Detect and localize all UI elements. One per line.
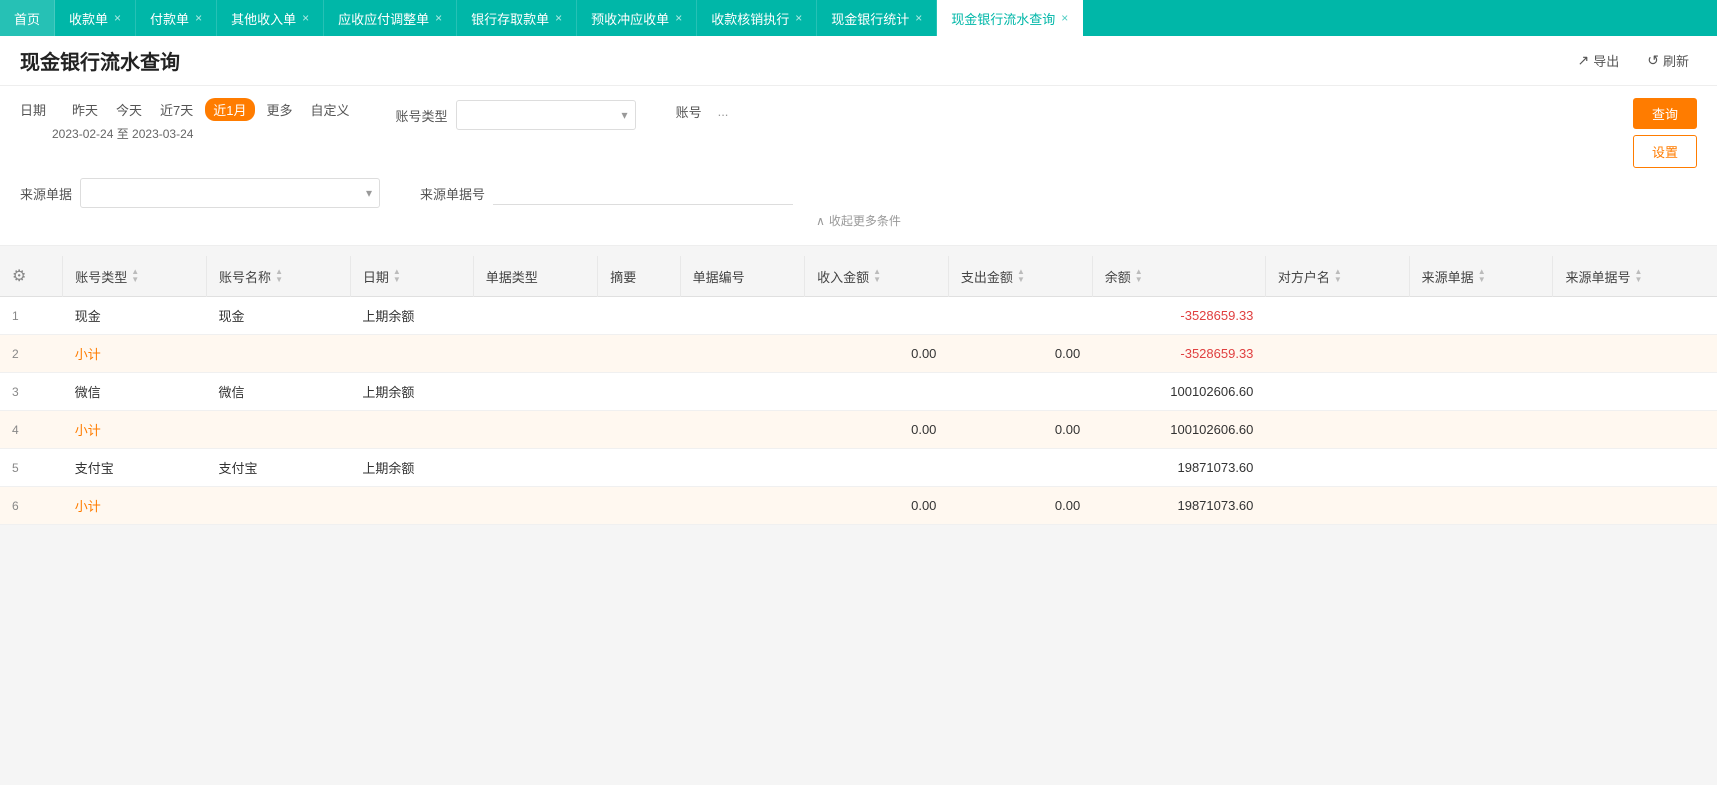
date-option-yesterday[interactable]: 昨天 [66, 98, 104, 121]
top-nav: 首页 收款单 × 付款单 × 其他收入单 × 应收应付调整单 × 银行存取款单 … [0, 0, 1717, 36]
close-icon[interactable]: × [555, 11, 562, 25]
sort-arrows: ▲▼ [275, 268, 283, 284]
th-expense[interactable]: 支出金额 ▲▼ [948, 256, 1092, 297]
nav-item-receipt[interactable]: 收款单 × [55, 0, 136, 36]
data-table: ⚙ 账号类型 ▲▼ 账号名称 ▲▼ 日期 [0, 256, 1717, 525]
collapse-icon: ∧ [816, 214, 825, 228]
close-icon[interactable]: × [795, 11, 802, 25]
table-row[interactable]: 6小计0.000.0019871073.60 [0, 487, 1717, 525]
close-icon[interactable]: × [1061, 11, 1068, 25]
th-account-name[interactable]: 账号名称 ▲▼ [207, 256, 351, 297]
page-title: 现金银行流水查询 [20, 46, 180, 75]
refresh-icon: ↺ [1647, 52, 1659, 69]
nav-item-home[interactable]: 首页 [0, 0, 55, 36]
account-label: 账号 [676, 102, 702, 121]
nav-item-verify[interactable]: 收款核销执行 × [697, 0, 817, 36]
export-icon: ↗ [1578, 52, 1590, 69]
th-income[interactable]: 收入金额 ▲▼ [805, 256, 949, 297]
collapse-bar[interactable]: ∧ 收起更多条件 [20, 208, 1697, 233]
nav-item-payment[interactable]: 付款单 × [136, 0, 217, 36]
close-icon[interactable]: × [195, 11, 202, 25]
nav-item-bank-deposit[interactable]: 银行存取款单 × [457, 0, 577, 36]
th-counterpart[interactable]: 对方户名 ▲▼ [1265, 256, 1409, 297]
account-type-select[interactable] [456, 100, 636, 130]
th-source-doc[interactable]: 来源单据 ▲▼ [1409, 256, 1553, 297]
th-doc-type[interactable]: 单据类型 [473, 256, 598, 297]
nav-item-stats[interactable]: 现金银行统计 × [817, 0, 937, 36]
th-balance[interactable]: 余额 ▲▼ [1092, 256, 1265, 297]
account-type-filter: 账号类型 [396, 100, 636, 130]
date-option-1month[interactable]: 近1月 [205, 98, 254, 121]
gear-icon[interactable]: ⚙ [12, 268, 26, 285]
source-doc-select[interactable] [80, 178, 380, 208]
date-option-more[interactable]: 更多 [261, 98, 299, 121]
date-option-7days[interactable]: 近7天 [154, 98, 199, 121]
table-row[interactable]: 2小计0.000.00-3528659.33 [0, 335, 1717, 373]
account-type-select-wrapper [456, 100, 636, 130]
table-wrapper: ⚙ 账号类型 ▲▼ 账号名称 ▲▼ 日期 [0, 256, 1717, 525]
sort-arrows: ▲▼ [1135, 268, 1143, 284]
settings-button[interactable]: 设置 [1633, 135, 1697, 168]
sort-arrows: ▲▼ [873, 268, 881, 284]
sort-arrows: ▲▼ [393, 268, 401, 284]
source-doc-no-label: 来源单据号 [420, 184, 485, 203]
nav-item-prepay[interactable]: 预收冲应收单 × [577, 0, 697, 36]
sort-arrows: ▲▼ [131, 268, 139, 284]
close-icon[interactable]: × [302, 11, 309, 25]
close-icon[interactable]: × [435, 11, 442, 25]
query-button[interactable]: 查询 [1633, 98, 1697, 129]
close-icon[interactable]: × [675, 11, 682, 25]
nav-item-other-income[interactable]: 其他收入单 × [217, 0, 324, 36]
page-header: 现金银行流水查询 ↗ 导出 ↺ 刷新 [0, 36, 1717, 86]
table-row[interactable]: 3微信微信上期余额100102606.60 [0, 373, 1717, 411]
th-account-type[interactable]: 账号类型 ▲▼ [63, 256, 207, 297]
sort-arrows: ▲▼ [1478, 268, 1486, 284]
account-filter: 账号 ... [676, 100, 737, 123]
th-doc-no[interactable]: 单据编号 [680, 256, 805, 297]
table-body: 1现金现金上期余额-3528659.332小计0.000.00-3528659.… [0, 297, 1717, 525]
sort-arrows: ▲▼ [1334, 268, 1342, 284]
action-buttons: 查询 设置 [1633, 98, 1697, 168]
sort-arrows: ▲▼ [1017, 268, 1025, 284]
th-date[interactable]: 日期 ▲▼ [350, 256, 473, 297]
account-more-btn[interactable]: ... [710, 100, 737, 123]
refresh-button[interactable]: ↺ 刷新 [1639, 47, 1697, 74]
table-row[interactable]: 5支付宝支付宝上期余额19871073.60 [0, 449, 1717, 487]
table-row[interactable]: 1现金现金上期余额-3528659.33 [0, 297, 1717, 335]
sort-arrows: ▲▼ [1634, 268, 1642, 284]
source-doc-no-filter: 来源单据号 [420, 181, 793, 205]
date-options: 昨天 今天 近7天 近1月 更多 自定义 [66, 98, 356, 121]
th-source-doc-no[interactable]: 来源单据号 ▲▼ [1553, 256, 1717, 297]
th-gear[interactable]: ⚙ [0, 256, 63, 297]
table-header-row: ⚙ 账号类型 ▲▼ 账号名称 ▲▼ 日期 [0, 256, 1717, 297]
date-range: 2023-02-24 至 2023-03-24 [52, 127, 193, 141]
source-doc-select-wrapper [80, 178, 380, 208]
close-icon[interactable]: × [915, 11, 922, 25]
source-doc-label: 来源单据 [20, 184, 72, 203]
export-button[interactable]: ↗ 导出 [1570, 47, 1628, 74]
date-label: 日期 [20, 100, 46, 119]
table-row[interactable]: 4小计0.000.00100102606.60 [0, 411, 1717, 449]
nav-item-adjust[interactable]: 应收应付调整单 × [324, 0, 457, 36]
close-icon[interactable]: × [114, 11, 121, 25]
source-doc-filter: 来源单据 [20, 178, 380, 208]
nav-item-cashflow[interactable]: 现金银行流水查询 × [937, 0, 1083, 36]
th-summary[interactable]: 摘要 [598, 256, 680, 297]
account-type-label: 账号类型 [396, 106, 448, 125]
date-option-today[interactable]: 今天 [110, 98, 148, 121]
source-doc-no-input[interactable] [493, 181, 793, 205]
header-actions: ↗ 导出 ↺ 刷新 [1570, 47, 1698, 74]
date-option-custom[interactable]: 自定义 [305, 98, 356, 121]
filter-area: 日期 昨天 今天 近7天 近1月 更多 自定义 2023-02-24 至 202… [0, 86, 1717, 246]
